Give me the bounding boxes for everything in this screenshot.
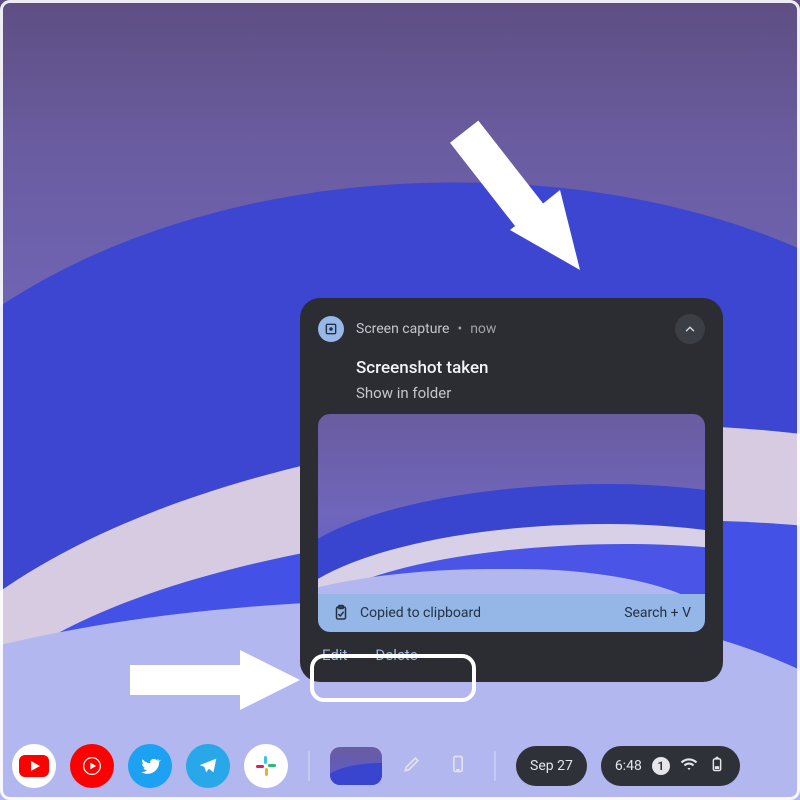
- screenshot-notification[interactable]: Screen capture • now Screenshot taken Sh…: [300, 298, 723, 682]
- youtube-app-icon[interactable]: [12, 744, 56, 788]
- shelf-date: Sep 27: [530, 758, 573, 774]
- battery-icon: [708, 756, 726, 776]
- telegram-app-icon[interactable]: [186, 744, 230, 788]
- notification-time: now: [470, 321, 496, 337]
- clipboard-icon: [332, 604, 350, 622]
- youtube-music-app-icon[interactable]: [70, 744, 114, 788]
- clipboard-bar[interactable]: Copied to clipboard Search + V: [318, 594, 705, 632]
- status-tray[interactable]: 6:48 1: [601, 746, 740, 786]
- notification-count-badge: 1: [652, 757, 670, 775]
- calendar-pill[interactable]: Sep 27: [516, 746, 587, 786]
- delete-button[interactable]: Delete: [375, 646, 417, 664]
- twitter-app-icon[interactable]: [128, 744, 172, 788]
- show-in-folder-link[interactable]: Show in folder: [300, 380, 723, 414]
- wifi-icon: [680, 756, 698, 776]
- notification-actions: Edit Delete: [300, 632, 723, 682]
- clipboard-text: Copied to clipboard: [360, 605, 481, 621]
- notification-title: Screenshot taken: [300, 352, 723, 380]
- shelf: Sep 27 6:48 1: [0, 738, 800, 800]
- screenshot-thumbnail[interactable]: [318, 414, 705, 594]
- clipboard-shortcut: Search + V: [624, 605, 691, 621]
- edit-button[interactable]: Edit: [322, 646, 347, 664]
- collapse-button[interactable]: [675, 314, 705, 344]
- separator-dot: •: [457, 321, 462, 337]
- notification-source: Screen capture: [356, 321, 449, 337]
- stylus-tools-icon[interactable]: [396, 754, 428, 778]
- notification-header: Screen capture • now: [300, 298, 723, 352]
- shelf-separator: [308, 751, 310, 781]
- screen-capture-icon: [318, 316, 344, 342]
- slack-app-icon[interactable]: [244, 744, 288, 788]
- tote-screenshot-thumb[interactable]: [330, 747, 382, 785]
- shelf-separator: [494, 751, 496, 781]
- shelf-time: 6:48: [615, 758, 642, 774]
- phone-hub-icon[interactable]: [442, 754, 474, 778]
